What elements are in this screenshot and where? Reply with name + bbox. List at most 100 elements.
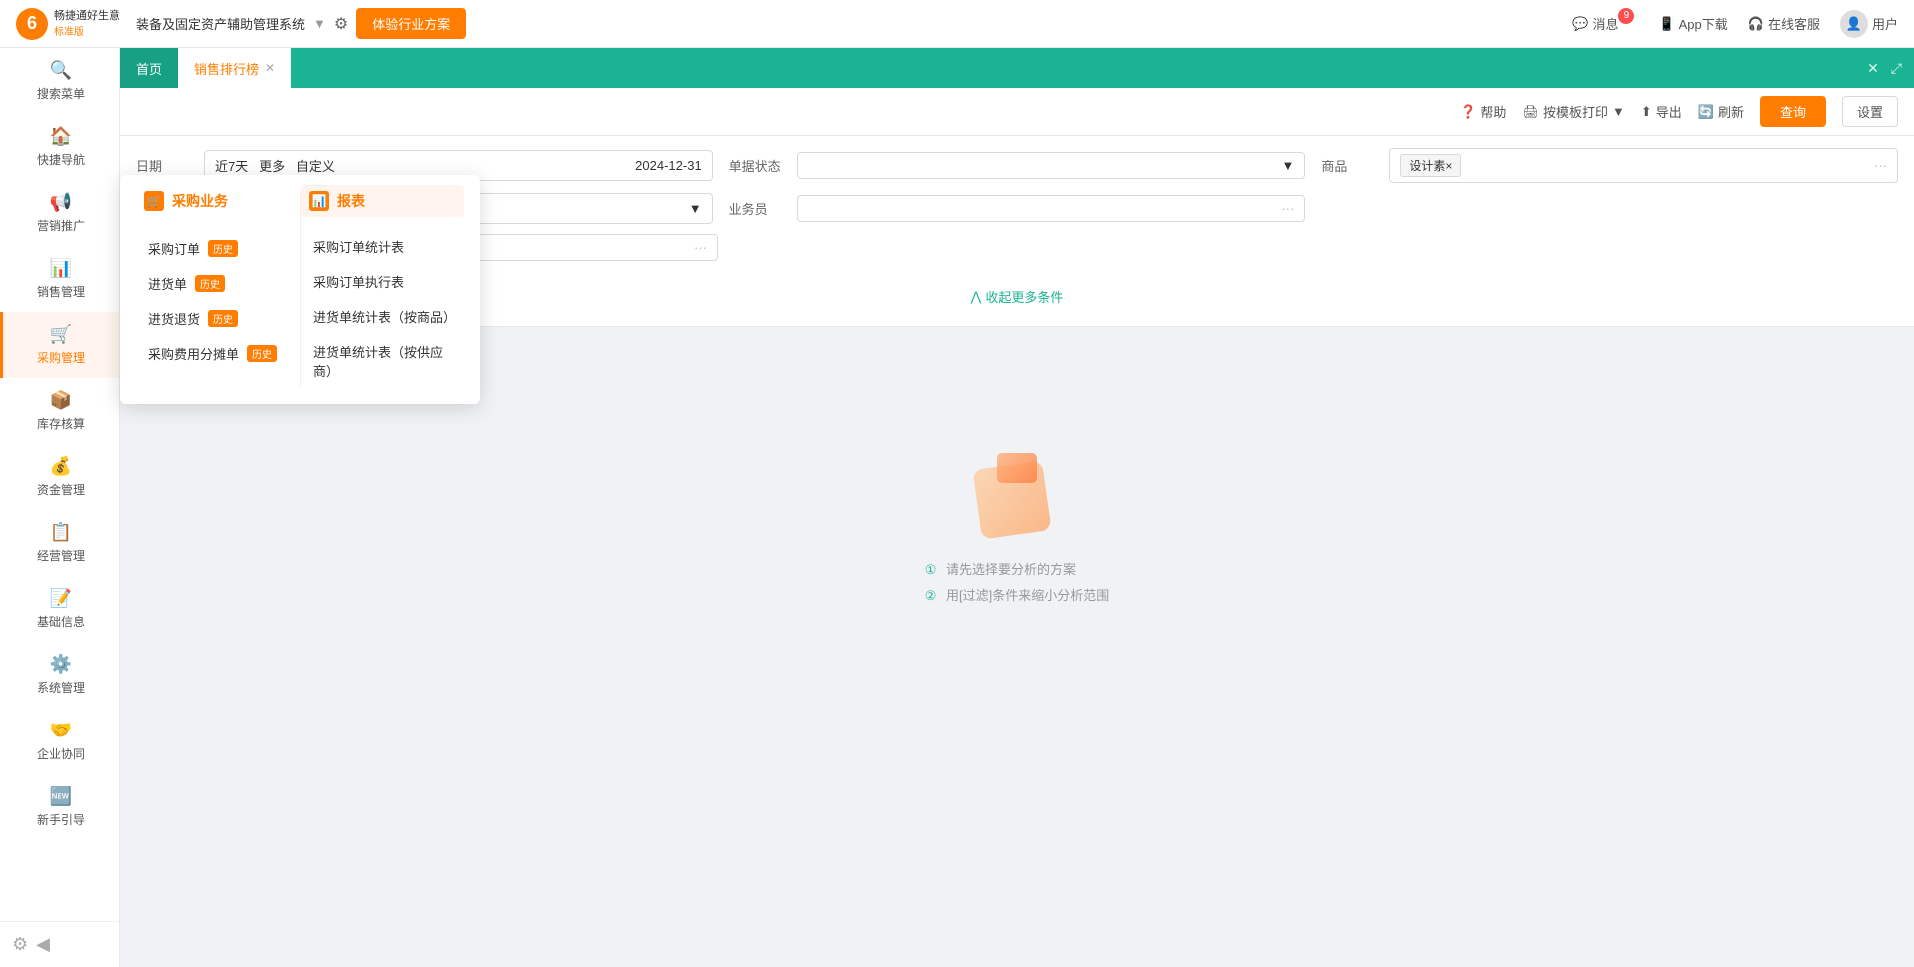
message-icon: 💬 [1572,16,1588,32]
print-dropdown-icon: ▼ [1612,104,1625,119]
sidebar-item-sales[interactable]: 📊 销售管理 [0,246,119,312]
dropdown-item-purchase-expense[interactable]: 采购费用分摊单 历史 [144,336,292,371]
online-service-label: 在线客服 [1768,14,1820,33]
empty-text: ① 请先选择要分析的方案 ② 用[过滤]条件来缩小分析范围 [925,557,1110,609]
sidebar-operations-label: 经营管理 [37,547,85,564]
customer-dots[interactable]: ··· [694,240,707,255]
rank-dropdown-icon: ▼ [689,201,702,216]
industry-btn[interactable]: 体验行业方案 [356,8,466,39]
dropdown-item-purchase-order-exec[interactable]: 采购订单执行表 [309,264,456,299]
reports-section-label: 报表 [337,191,365,211]
topbar: 6 畅捷通好生意 标准版 装备及固定资产辅助管理系统 ▼ ⚙ 体验行业方案 💬 … [0,0,1914,48]
reports-section-icon: 📊 [309,191,329,211]
sidebar-item-search[interactable]: 🔍 搜索菜单 [0,48,119,114]
purchase-icon: 🛒 [50,324,72,345]
app-download-btn[interactable]: 📱 App下载 [1658,14,1727,33]
sidebar-marketing-label: 营销推广 [37,217,85,234]
dropdown-item-goods-return[interactable]: 进货退货 历史 [144,301,292,336]
sidebar-item-quick-nav[interactable]: 🏠 快捷导航 [0,114,119,180]
sidebar-basic-info-label: 基础信息 [37,613,85,630]
doc-status-label: 单据状态 [729,156,789,175]
logo-area: 6 畅捷通好生意 标准版 [16,8,136,40]
tab-close-icon[interactable]: ✕ [265,61,275,75]
dropdown-item-goods-receipt[interactable]: 进货单 历史 [144,266,292,301]
salesperson-label: 业务员 [729,199,789,218]
user-area[interactable]: 👤 用户 [1840,10,1898,38]
logo-icon: 6 [16,8,48,40]
messages-btn[interactable]: 💬 消息 9 [1572,14,1638,33]
dropdown-item-goods-stat-by-product[interactable]: 进货单统计表（按商品） [309,299,456,334]
date-value: 2024-12-31 [635,158,702,173]
tab-expand-icon[interactable]: ⤢ [1887,56,1906,81]
reports-section-title: 📊 报表 [301,185,464,217]
sidebar-bottom: ⚙ ◀ [0,921,119,967]
logo-text: 畅捷通好生意 标准版 [54,9,120,38]
reports-section: 📊 报表 采购订单统计表 采购订单执行表 进货单统计表（按商品） 进货单统计表（… [300,191,464,388]
goods-stat-by-supplier-label: 进货单统计表（按供应商） [313,342,452,380]
sidebar-item-purchase[interactable]: 🛒 采购管理 [0,312,119,378]
cooperation-icon: 🤝 [50,720,72,741]
doc-status-filter: 单据状态 ▼ [729,152,1306,179]
user-avatar: 👤 [1840,10,1868,38]
online-service-btn[interactable]: 🎧 在线客服 [1748,14,1820,33]
query-btn[interactable]: 查询 [1760,96,1826,127]
salesperson-dots[interactable]: ··· [1281,201,1294,216]
sidebar-inventory-label: 库存核算 [37,415,85,432]
sidebar-quick-nav-label: 快捷导航 [37,151,85,168]
guide-icon: 🆕 [50,786,72,807]
help-label: 帮助 [1480,102,1506,121]
goods-stat-by-product-label: 进货单统计表（按商品） [313,307,452,326]
goods-label: 商品 [1321,156,1381,175]
sidebar-item-system[interactable]: ⚙️ 系统管理 [0,642,119,708]
sidebar-guide-label: 新手引导 [37,811,85,828]
content-toolbar: ❓ 帮助 🖨 按模板打印 ▼ ⬆ 导出 🔄 刷新 查询 设置 [120,88,1914,136]
export-btn[interactable]: ⬆ 导出 [1641,102,1682,121]
refresh-btn[interactable]: 🔄 刷新 [1698,102,1744,121]
purchase-expense-label: 采购费用分摊单 [148,344,239,363]
collapse-btn[interactable]: ⋀ 收起更多条件 [971,279,1064,314]
sidebar-item-capital[interactable]: 💰 资金管理 [0,444,119,510]
system-dropdown-icon[interactable]: ▼ [313,16,326,31]
sidebar-item-basic-info[interactable]: 📝 基础信息 [0,576,119,642]
goods-input[interactable]: 设计素× ··· [1389,148,1898,183]
dropdown-item-purchase-order-stat[interactable]: 采购订单统计表 [309,229,456,264]
settings-btn[interactable]: 设置 [1842,96,1898,127]
operations-icon: 📋 [50,522,72,543]
help-icon: ❓ [1460,104,1476,120]
print-icon: 🖨 [1522,104,1539,120]
sidebar-collapse-icon[interactable]: ◀ [36,934,50,955]
salesperson-input[interactable]: ··· [797,195,1306,222]
empty-icon-top [997,453,1037,483]
dropdown-item-goods-stat-by-supplier[interactable]: 进货单统计表（按供应商） [309,334,456,388]
print-btn[interactable]: 🖨 按模板打印 ▼ [1522,102,1624,121]
export-label: 导出 [1656,102,1682,121]
sidebar-item-guide[interactable]: 🆕 新手引导 [0,774,119,840]
dropdown-item-purchase-order[interactable]: 采购订单 历史 [144,231,292,266]
tab-close-window-icon[interactable]: ✕ [1863,56,1883,81]
collapse-arrow-icon: ⋀ [971,289,982,305]
goods-tag-text: 设计素× [1409,157,1452,174]
tab-home[interactable]: 首页 [120,48,178,88]
purchase-order-exec-label: 采购订单执行表 [313,272,404,291]
tab-sales-rank-label: 销售排行榜 [194,59,259,78]
sidebar-item-operations[interactable]: 📋 经营管理 [0,510,119,576]
sidebar-sales-label: 销售管理 [37,283,85,300]
tab-sales-rank[interactable]: 销售排行榜 ✕ [178,48,291,88]
doc-status-input[interactable]: ▼ [797,152,1306,179]
date-label: 日期 [136,156,196,175]
goods-return-label: 进货退货 [148,309,200,328]
tabbar: 首页 销售排行榜 ✕ ✕ ⤢ [120,48,1914,88]
help-btn[interactable]: ❓ 帮助 [1460,102,1506,121]
refresh-label: 刷新 [1718,102,1744,121]
goods-receipt-history-badge: 历史 [195,275,225,292]
goods-dots[interactable]: ··· [1874,158,1887,173]
search-icon: 🔍 [50,60,72,81]
tab-home-label: 首页 [136,59,162,78]
messages-label: 消息 [1592,14,1618,33]
sidebar-item-marketing[interactable]: 📢 营销推广 [0,180,119,246]
sidebar-item-cooperation[interactable]: 🤝 企业协同 [0,708,119,774]
sidebar-settings-icon[interactable]: ⚙ [12,934,28,955]
sidebar-item-inventory[interactable]: 📦 库存核算 [0,378,119,444]
system-settings-icon[interactable]: ⚙ [334,14,348,34]
logo-badge: 标准版 [54,23,120,38]
